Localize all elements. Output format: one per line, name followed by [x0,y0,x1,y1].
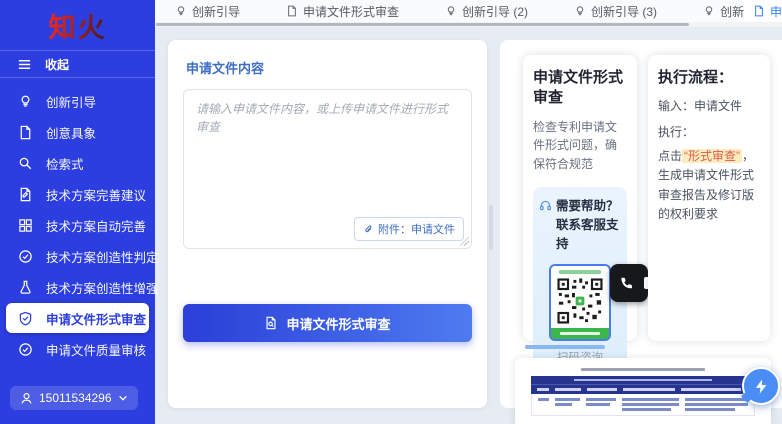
attachment-upload-button[interactable]: 附件：申请文件 [354,217,464,241]
document-edit-icon [18,187,33,202]
phone-icon [619,276,634,291]
document-icon [286,5,298,17]
sidebar-item-label: 创意具象 [46,123,96,142]
application-content-card: 申请文件内容 请输入申请文件内容，或上传申请文件进行形式审查 附件：申请文件 申… [168,40,487,408]
lightbulb-icon [574,5,586,17]
textarea-placeholder: 请输入申请文件内容，或上传申请文件进行形式审查 [184,90,471,146]
tab-innovation-guide-3[interactable]: 创新引导 (3) [574,3,657,20]
report-preview-card[interactable] [515,358,771,424]
tab-label: 申请文件形式审查 [303,3,399,20]
tab-label: 创新引导 [192,3,240,20]
document-search-icon [264,316,278,330]
submit-button-label: 申请文件形式审查 [286,314,390,333]
sidebar-item-creativity-judgement[interactable]: 技术方案创造性判定 [6,241,149,271]
attachment-button-label: 附件：申请文件 [378,221,455,237]
sidebar-item-formality-review[interactable]: 申请文件形式审查 [6,303,149,333]
chevron-down-icon [118,393,128,403]
sidebar-collapse-toggle[interactable]: 收起 [0,50,155,78]
panel-scrollbar-thumb[interactable] [525,345,605,349]
user-account-menu[interactable]: 15011534296 [10,386,138,410]
sidebar-item-label: 技术方案自动完善 [46,216,146,235]
sidebar-item-label: 申请文件形式审查 [46,309,146,328]
grid-icon [18,218,33,233]
feature-description: 检查专利申请文件形式问题，确保符合规范 [533,118,627,174]
process-title: 执行流程： [658,68,760,88]
report-preview-header-band [531,376,755,384]
document-icon [753,5,765,17]
tab-label: 创新引导 (2) [462,3,528,20]
sidebar-item-search-expression[interactable]: 检索式 [6,148,149,178]
content-vertical-scrollbar-thumb[interactable] [489,205,493,250]
user-icon [20,392,33,405]
flask-icon [18,280,33,295]
content-section-label: 申请文件内容 [186,58,472,77]
step-highlight: “形式审查” [682,149,742,163]
help-title-row: 需要帮助？联系客服支持 [539,197,621,253]
document-icon [18,125,33,140]
sidebar-item-label: 技术方案创造性增强 [46,278,159,297]
lightbulb-icon [703,5,715,17]
sidebar-item-label: 技术方案创造性判定 [46,247,159,266]
lightbulb-icon [175,5,187,17]
sidebar-item-solution-auto-improve[interactable]: 技术方案自动完善 [6,210,149,240]
sidebar-item-solution-improvement-advice[interactable]: 技术方案完善建议 [6,179,149,209]
sidebar-menu: 创新引导 创意具象 检索式 技术方案完善建议 技术方案自动完善 技术方案创造性判… [0,86,155,364]
tabbar-scrollbar-track[interactable] [155,22,782,27]
sidebar: 知火 收起 创新引导 创意具象 检索式 技术方案完善建议 [0,0,155,424]
qr-top-caption [559,270,602,274]
check-circle-icon [18,249,33,264]
paperclip-icon [363,224,374,235]
tab-label: 申请文件形式审查 [770,3,782,20]
process-exec-label: 执行： [658,123,760,140]
textarea-resize-handle[interactable] [460,237,469,246]
sidebar-item-label: 检索式 [46,154,84,173]
lightning-bolt-icon [753,378,770,395]
check-circle-icon [18,342,33,357]
tab-formality-review-1[interactable]: 申请文件形式审查 [286,3,399,20]
qr-bottom-banner [551,328,609,339]
sidebar-item-quality-audit[interactable]: 申请文件质量审核 [6,334,149,364]
report-preview-column-header [531,384,755,394]
help-title-text: 需要帮助？联系客服支持 [556,197,621,253]
tab-formality-review-active[interactable]: 申请文件形式审查 [744,0,782,22]
sidebar-item-label: 技术方案完善建议 [46,185,146,204]
tab-innovation-guide-2[interactable]: 创新引导 (2) [445,3,528,20]
report-preview-title-line [581,368,704,371]
report-preview-table-row [531,394,755,416]
search-icon [18,156,33,171]
sidebar-item-label: 申请文件质量审核 [46,340,146,359]
phone-contact-widget[interactable] [610,264,648,302]
chat-assistant-fab[interactable] [742,367,780,405]
step-prefix: 点击 [658,149,682,163]
sidebar-item-innovation-guide[interactable]: 创新引导 [6,86,149,116]
process-panel: 执行流程： 输入：申请文件 执行： 点击“形式审查”，生成申请文件形式审查报告及… [648,55,770,341]
tab-innovation-guide-1[interactable]: 创新引导 [175,3,240,20]
app-logo: 知火 [0,0,155,50]
collapse-label: 收起 [45,56,69,73]
shield-check-icon [18,311,33,326]
sidebar-item-label: 创新引导 [46,92,96,111]
feature-title: 申请文件形式审查 [533,68,627,109]
sidebar-item-idea-visualization[interactable]: 创意具象 [6,117,149,147]
process-step-description: 点击“形式审查”，生成申请文件形式审查报告及修订版的权利要求 [658,147,760,224]
headset-icon [539,199,552,212]
application-content-textarea[interactable]: 请输入申请文件内容，或上传申请文件进行形式审查 附件：申请文件 [183,89,472,249]
help-and-process-card: 申请文件形式审查 检查专利申请文件形式问题，确保符合规范 需要帮助？联系客服支持 [500,40,782,408]
lightbulb-icon [445,5,457,17]
user-phone: 15011534296 [39,391,112,405]
formality-review-submit-button[interactable]: 申请文件形式审查 [183,304,472,342]
app-window: 知火 收起 创新引导 创意具象 检索式 技术方案完善建议 [0,0,782,424]
sidebar-item-creativity-enhance[interactable]: 技术方案创造性增强 [6,272,149,302]
customer-service-qr-code [549,264,611,341]
hamburger-icon [17,57,32,72]
qr-code-image [555,277,605,325]
tabbar-scrollbar-thumb[interactable] [156,23,689,26]
tab-label: 创新引导 (3) [591,3,657,20]
tab-bar: 创新引导 申请文件形式审查 创新引导 (2) 创新引导 (3) 创新引导 (4)… [155,0,782,22]
lightbulb-icon [18,94,33,109]
process-input-line: 输入：申请文件 [658,97,760,114]
